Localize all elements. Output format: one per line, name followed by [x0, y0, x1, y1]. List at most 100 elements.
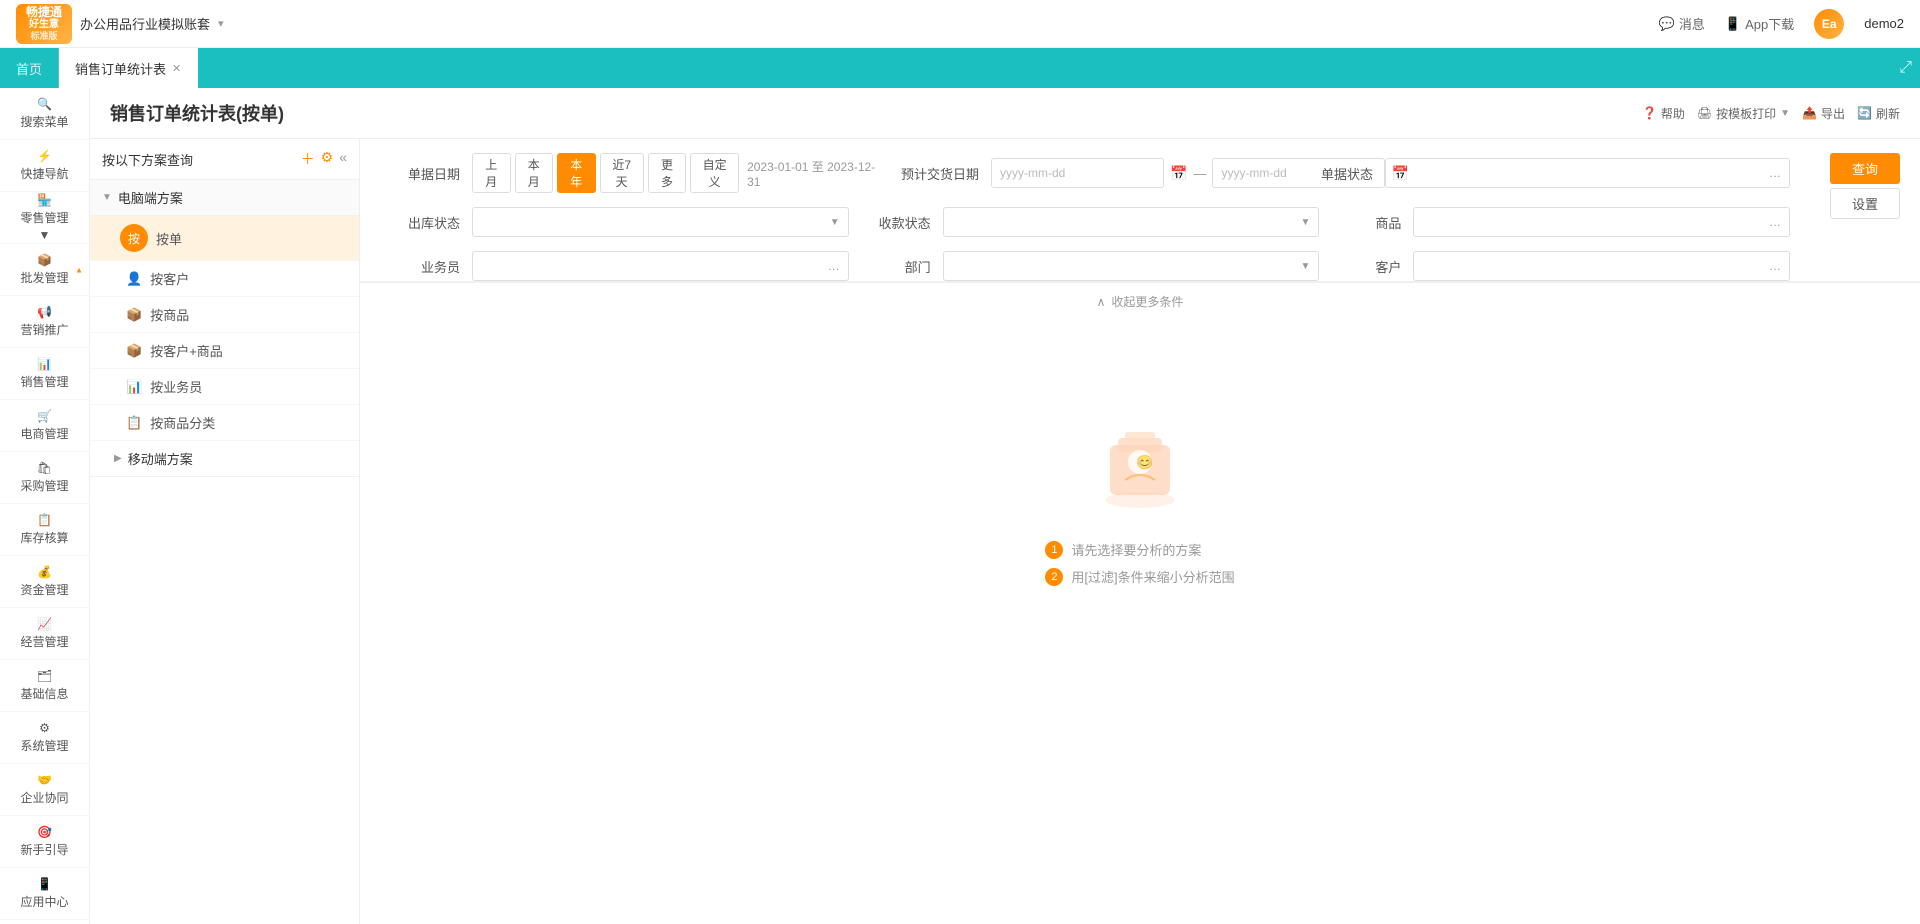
sidebar-item-wechat[interactable]: 💬 企业微信: [0, 920, 89, 924]
marketing-icon: 📢: [37, 305, 52, 319]
delivery-date-from[interactable]: [991, 158, 1164, 188]
salesman-ellipsis-icon: …: [828, 259, 840, 273]
payment-select[interactable]: ▼: [943, 207, 1320, 237]
refresh-icon: 🔄: [1857, 106, 1872, 120]
help-icon: ❓: [1642, 106, 1657, 120]
content-area: 按以下方案查询 ＋ ⚙ « ▼ 电脑端方案 按 按单: [90, 139, 1920, 924]
company-dropdown-icon[interactable]: ▾: [218, 17, 224, 30]
finance-icon: 💰: [37, 565, 52, 579]
query-button[interactable]: 查询: [1830, 153, 1900, 184]
date-btn-custom[interactable]: 自定义: [690, 153, 739, 193]
date-btn-last-month[interactable]: 上月: [472, 153, 511, 193]
filter-department-control: ▼: [943, 251, 1320, 281]
tip-num-2: 2: [1045, 568, 1063, 586]
app-icon: 📱: [1725, 16, 1741, 32]
print-icon: 🖨: [1697, 106, 1712, 120]
date-btn-this-year[interactable]: 本年: [557, 153, 596, 193]
export-btn[interactable]: 📤 导出: [1802, 105, 1845, 122]
retail-icon: 🏪: [37, 193, 52, 207]
by-order-active-icon: 按: [120, 224, 148, 252]
salesman-select[interactable]: …: [472, 251, 849, 281]
sidebar-item-retail[interactable]: 🏪 零售管理: [0, 192, 89, 244]
query-action-group: 查询 设置: [1810, 139, 1920, 281]
by-product-icon: 📦: [126, 307, 142, 323]
product-select[interactable]: …: [1413, 207, 1790, 237]
calendar-icon-1[interactable]: 📅: [1170, 165, 1187, 182]
quicknav-icon: ⚡: [37, 149, 52, 163]
filter-label-date: 单据日期: [380, 164, 460, 183]
date-btn-more[interactable]: 更多: [648, 153, 687, 193]
sidebar-item-ecommerce[interactable]: 🛒 电商管理: [0, 400, 89, 452]
department-select[interactable]: ▼: [943, 251, 1320, 281]
sidebar-label-finance: 资金管理: [20, 581, 68, 598]
scheme-item-by-product[interactable]: 📦 按商品: [90, 297, 359, 333]
message-action[interactable]: 💬 消息: [1659, 14, 1705, 33]
collapse-panel-icon[interactable]: «: [339, 149, 347, 169]
empty-tip-1: 1 请先选择要分析的方案: [1045, 540, 1234, 559]
scheme-item-by-category[interactable]: 📋 按商品分类: [90, 405, 359, 441]
empty-illustration: 😊: [1080, 400, 1200, 520]
left-panel-header: 按以下方案查询 ＋ ⚙ «: [90, 139, 359, 180]
sidebar-item-inventory[interactable]: 📋 库存核算: [0, 504, 89, 556]
status-select[interactable]: …: [1385, 158, 1790, 188]
department-chevron-icon: ▼: [1300, 261, 1310, 272]
scheme-item-by-customer-product[interactable]: 📦 按客户+商品: [90, 333, 359, 369]
sidebar-item-basic[interactable]: 🗂 基础信息: [0, 660, 89, 712]
sidebar-item-guide[interactable]: 🎯 新手引导: [0, 816, 89, 868]
sidebar-item-finance[interactable]: 💰 资金管理: [0, 556, 89, 608]
topbar-right: 💬 消息 📱 App下载 Ea demo2: [1659, 9, 1904, 39]
mobile-group-header[interactable]: ▶ 移动端方案: [90, 441, 359, 477]
sidebar-item-appcenter[interactable]: 📱 应用中心: [0, 868, 89, 920]
scheme-item-label-by-category: 按商品分类: [150, 413, 215, 432]
page-title: 销售订单统计表(按单): [110, 100, 284, 138]
refresh-btn[interactable]: 🔄 刷新: [1857, 105, 1900, 122]
sidebar-item-purchase[interactable]: 🛍 采购管理: [0, 452, 89, 504]
tab-home-label: 首页: [16, 59, 42, 78]
scheme-item-label-by-salesman: 按业务员: [150, 377, 202, 396]
settings-button[interactable]: 设置: [1830, 188, 1900, 219]
filter-label-payment: 收款状态: [861, 213, 931, 232]
sidebar-label-guide: 新手引导: [20, 841, 68, 858]
sidebar-item-collab[interactable]: 🤝 企业协同: [0, 764, 89, 816]
tab-sales-order[interactable]: 销售订单统计表 ✕: [59, 48, 198, 88]
tab-close-icon[interactable]: ✕: [172, 62, 181, 75]
help-btn[interactable]: ❓ 帮助: [1642, 105, 1685, 122]
pc-group-header[interactable]: ▼ 电脑端方案: [90, 180, 359, 216]
left-panel-title: 按以下方案查询: [102, 150, 193, 169]
print-dropdown-icon[interactable]: ▼: [1780, 108, 1790, 119]
filter-payment-control: ▼: [943, 207, 1320, 237]
scheme-item-by-order[interactable]: 按 按单: [90, 216, 359, 261]
empty-state: 😊 1 请先选择要分析的方案 2 用[过滤]条件来缩小分析范围: [360, 320, 1920, 666]
outbound-select[interactable]: ▼: [472, 207, 849, 237]
sidebar-item-operations[interactable]: 📈 经营管理: [0, 608, 89, 660]
sidebar-item-search[interactable]: 🔍 搜索菜单: [0, 88, 89, 140]
add-scheme-icon[interactable]: ＋: [301, 149, 315, 169]
settings-scheme-icon[interactable]: ⚙: [321, 149, 334, 169]
status-chevron-icon: …: [1769, 166, 1781, 180]
filter-label-delivery-date: 预计交货日期: [889, 164, 979, 183]
filter-label-product: 商品: [1331, 213, 1401, 232]
sidebar-label-inventory: 库存核算: [20, 529, 68, 546]
scheme-item-by-salesman[interactable]: 📊 按业务员: [90, 369, 359, 405]
collapse-up-icon: ∧: [1097, 295, 1106, 309]
app-download-action[interactable]: 📱 App下载: [1725, 14, 1794, 33]
sidebar-item-marketing[interactable]: 📢 营销推广: [0, 296, 89, 348]
sidebar-item-quicknav[interactable]: ⚡ 快捷导航: [0, 140, 89, 192]
operations-icon: 📈: [37, 617, 52, 631]
sidebar-item-sales[interactable]: 📊 销售管理: [0, 348, 89, 400]
sidebar-label-appcenter: 应用中心: [20, 893, 68, 910]
by-category-icon: 📋: [126, 415, 142, 431]
date-btn-this-month[interactable]: 本月: [515, 153, 554, 193]
sidebar-item-system[interactable]: ⚙ 系统管理: [0, 712, 89, 764]
sidebar: 🔍 搜索菜单 ⚡ 快捷导航 🏪 零售管理 📦 批发管理 📢 营销推广 📊 销售管…: [0, 88, 90, 924]
tab-expand-icon[interactable]: ⤢: [1899, 59, 1912, 77]
scheme-item-by-customer[interactable]: 👤 按客户: [90, 261, 359, 297]
tab-home[interactable]: 首页: [0, 48, 59, 88]
sidebar-label-retail: 零售管理: [20, 209, 68, 226]
date-btn-last-7-days[interactable]: 近7天: [600, 153, 644, 193]
sidebar-item-wholesale[interactable]: 📦 批发管理: [0, 244, 89, 296]
customer-select[interactable]: …: [1413, 251, 1790, 281]
collapse-more-btn[interactable]: ∧ 收起更多条件: [360, 282, 1920, 320]
print-btn[interactable]: 🖨 按模板打印 ▼: [1697, 105, 1790, 122]
filter-label-department: 部门: [861, 257, 931, 276]
